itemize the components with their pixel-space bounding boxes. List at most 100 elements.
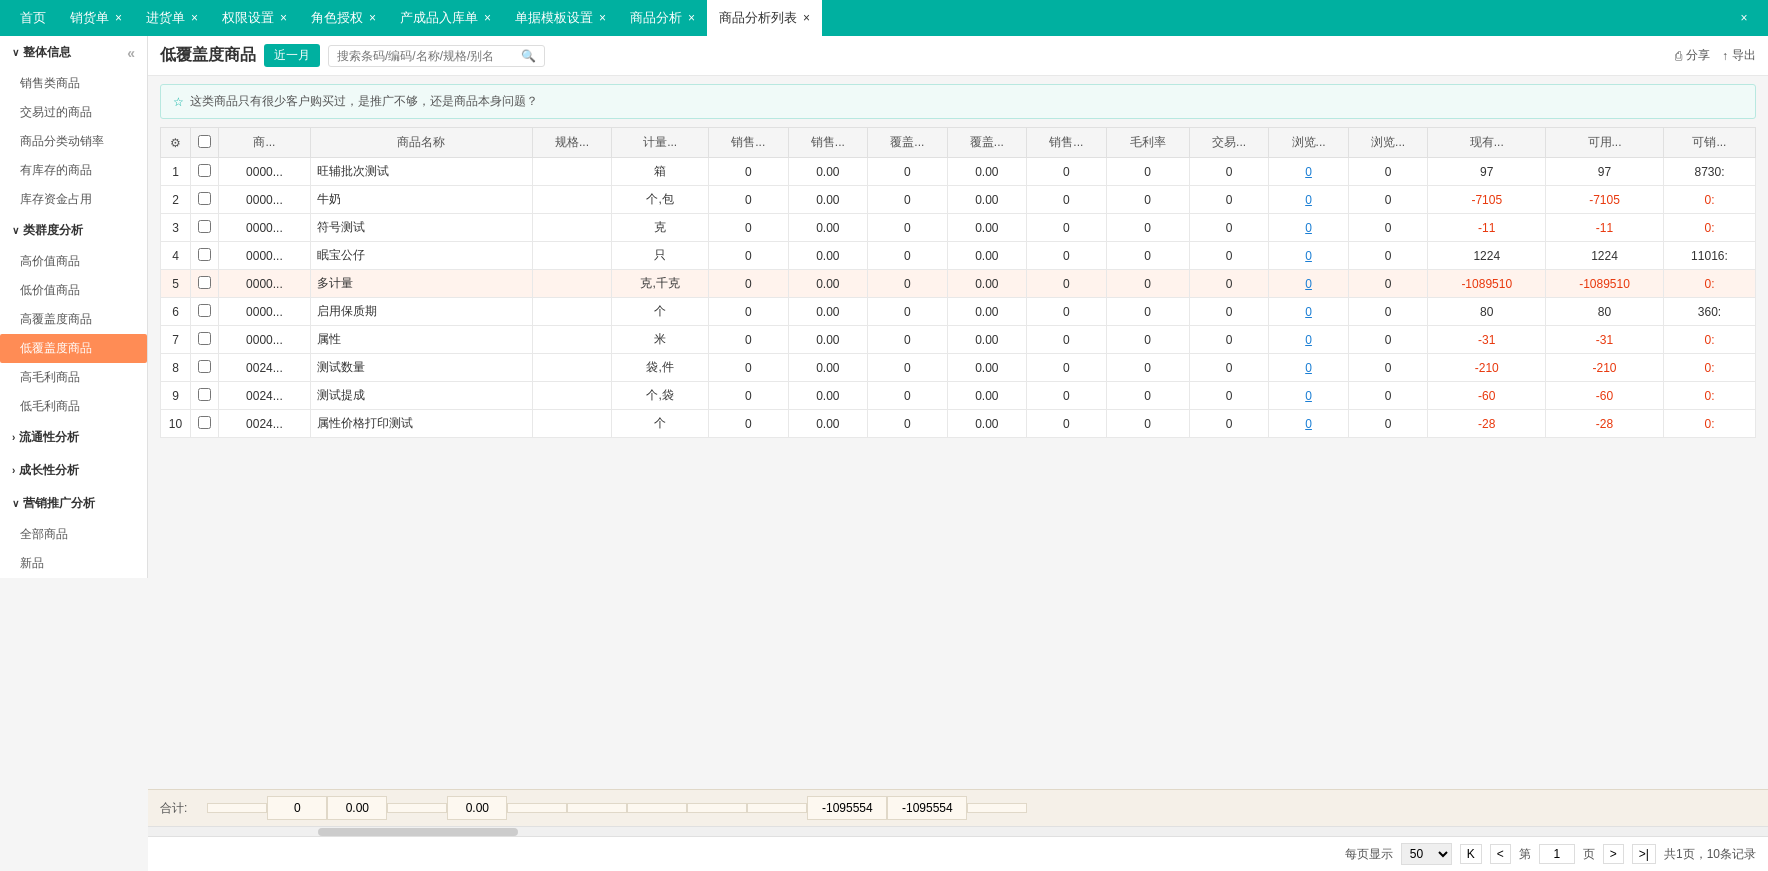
sidebar-item-low-value[interactable]: 低价值商品 bbox=[0, 276, 147, 305]
sidebar-section-flow[interactable]: › 流通性分析 bbox=[0, 421, 147, 454]
cell-st1: -11 bbox=[1428, 214, 1546, 242]
cell-spec bbox=[532, 242, 612, 270]
nav-close-product-analysis-list[interactable]: × bbox=[803, 0, 810, 36]
cell-br1[interactable]: 0 bbox=[1269, 270, 1349, 298]
scrollbar-area[interactable] bbox=[148, 826, 1768, 836]
nav-product-stock[interactable]: 产成品入库单 × bbox=[388, 0, 503, 36]
nav-close-role-auth[interactable]: × bbox=[369, 0, 376, 36]
row-checkbox[interactable] bbox=[198, 164, 211, 177]
select-all-checkbox[interactable] bbox=[198, 135, 211, 148]
share-button[interactable]: ⎙ 分享 bbox=[1675, 47, 1710, 64]
row-checkbox[interactable] bbox=[198, 388, 211, 401]
sidebar-item-low-margin[interactable]: 低毛利商品 bbox=[0, 392, 147, 421]
cell-br1[interactable]: 0 bbox=[1269, 354, 1349, 382]
row-checkbox[interactable] bbox=[198, 332, 211, 345]
cell-unit: 克,千克 bbox=[612, 270, 709, 298]
prev-page-button[interactable]: < bbox=[1490, 844, 1511, 864]
cell-check[interactable] bbox=[191, 354, 219, 382]
row-checkbox[interactable] bbox=[198, 248, 211, 261]
sidebar-item-high-margin[interactable]: 高毛利商品 bbox=[0, 363, 147, 392]
row-checkbox[interactable] bbox=[198, 360, 211, 373]
nav-product-analysis[interactable]: 商品分析 × bbox=[618, 0, 707, 36]
window-close-button[interactable]: × bbox=[1728, 0, 1760, 36]
cell-br1[interactable]: 0 bbox=[1269, 214, 1349, 242]
export-icon: ↑ bbox=[1722, 49, 1728, 63]
nav-template-settings[interactable]: 单据模板设置 × bbox=[503, 0, 618, 36]
row-checkbox[interactable] bbox=[198, 220, 211, 233]
cell-br1[interactable]: 0 bbox=[1269, 186, 1349, 214]
cell-c2: 0.00 bbox=[947, 326, 1027, 354]
cell-tr: 0 bbox=[1189, 354, 1269, 382]
row-checkbox[interactable] bbox=[198, 304, 211, 317]
sidebar-section-cluster[interactable]: ∨ 类群度分析 bbox=[0, 214, 147, 247]
sidebar-section-growth[interactable]: › 成长性分析 bbox=[0, 454, 147, 487]
col-settings[interactable]: ⚙ bbox=[161, 128, 191, 158]
row-checkbox[interactable] bbox=[198, 416, 211, 429]
nav-role-auth[interactable]: 角色授权 × bbox=[299, 0, 388, 36]
total-info: 共1页，10条记录 bbox=[1664, 846, 1756, 863]
sidebar-item-high-value[interactable]: 高价值商品 bbox=[0, 247, 147, 276]
nav-close-sales-order[interactable]: × bbox=[115, 0, 122, 36]
sidebar-item-low-coverage[interactable]: 低覆盖度商品 bbox=[0, 334, 147, 363]
cell-br1[interactable]: 0 bbox=[1269, 298, 1349, 326]
sidebar-item-in-stock[interactable]: 有库存的商品 bbox=[0, 156, 147, 185]
cell-check[interactable] bbox=[191, 298, 219, 326]
cell-check[interactable] bbox=[191, 158, 219, 186]
nav-sales-order[interactable]: 销货单 × bbox=[58, 0, 134, 36]
cell-c1: 0 bbox=[868, 186, 948, 214]
nav-permissions[interactable]: 权限设置 × bbox=[210, 0, 299, 36]
nav-close-product-stock[interactable]: × bbox=[484, 0, 491, 36]
last-page-button[interactable]: >| bbox=[1632, 844, 1656, 864]
cell-check[interactable] bbox=[191, 410, 219, 438]
current-page-input[interactable] bbox=[1539, 844, 1575, 864]
cell-br1[interactable]: 0 bbox=[1269, 326, 1349, 354]
nav-close-template-settings[interactable]: × bbox=[599, 0, 606, 36]
cell-sa: 0: bbox=[1663, 214, 1755, 242]
cell-check[interactable] bbox=[191, 382, 219, 410]
cell-br2: 0 bbox=[1348, 214, 1428, 242]
collapse-icon[interactable]: « bbox=[127, 45, 135, 61]
first-page-button[interactable]: K bbox=[1460, 844, 1482, 864]
cell-check[interactable] bbox=[191, 326, 219, 354]
nav-home[interactable]: 首页 bbox=[8, 0, 58, 36]
sidebar-item-traded-goods[interactable]: 交易过的商品 bbox=[0, 98, 147, 127]
search-icon[interactable]: 🔍 bbox=[521, 49, 536, 63]
sidebar-section-overall[interactable]: ∨ 整体信息 « bbox=[0, 36, 147, 69]
arrow-marketing: ∨ bbox=[12, 498, 19, 509]
cell-num: 7 bbox=[161, 326, 191, 354]
cell-br1[interactable]: 0 bbox=[1269, 410, 1349, 438]
sidebar-item-new-goods[interactable]: 新品 bbox=[0, 549, 147, 578]
cell-av: -11 bbox=[1546, 214, 1664, 242]
cell-check[interactable] bbox=[191, 186, 219, 214]
search-input[interactable] bbox=[337, 49, 517, 63]
nav-close-permissions[interactable]: × bbox=[280, 0, 287, 36]
export-button[interactable]: ↑ 导出 bbox=[1722, 47, 1756, 64]
next-page-button[interactable]: > bbox=[1603, 844, 1624, 864]
cell-c2: 0.00 bbox=[947, 214, 1027, 242]
col-check[interactable] bbox=[191, 128, 219, 158]
table-row: 2 0000... 牛奶 个,包 0 0.00 0 0.00 0 0 0 0 0… bbox=[161, 186, 1756, 214]
cell-br1[interactable]: 0 bbox=[1269, 242, 1349, 270]
sidebar-item-all-goods[interactable]: 全部商品 bbox=[0, 520, 147, 549]
per-page-select[interactable]: 50 10 20 100 bbox=[1401, 843, 1452, 865]
nav-close-product-analysis[interactable]: × bbox=[688, 0, 695, 36]
nav-product-analysis-list[interactable]: 商品分析列表 × bbox=[707, 0, 822, 36]
cell-br1[interactable]: 0 bbox=[1269, 158, 1349, 186]
row-checkbox[interactable] bbox=[198, 192, 211, 205]
sidebar-item-capital[interactable]: 库存资金占用 bbox=[0, 185, 147, 214]
nav-purchase-order[interactable]: 进货单 × bbox=[134, 0, 210, 36]
date-filter-button[interactable]: 近一月 bbox=[264, 44, 320, 67]
cell-check[interactable] bbox=[191, 214, 219, 242]
sidebar-item-category-rate[interactable]: 商品分类动销率 bbox=[0, 127, 147, 156]
table-container[interactable]: ⚙ 商... 商品名称 规格... 计量... 销售... 销售... 覆盖..… bbox=[148, 127, 1768, 789]
scrollbar-thumb[interactable] bbox=[318, 828, 518, 836]
cell-br1[interactable]: 0 bbox=[1269, 382, 1349, 410]
cell-check[interactable] bbox=[191, 242, 219, 270]
row-checkbox[interactable] bbox=[198, 276, 211, 289]
sidebar-item-sales-goods[interactable]: 销售类商品 bbox=[0, 69, 147, 98]
cell-s1: 0 bbox=[709, 214, 789, 242]
sidebar-item-high-coverage[interactable]: 高覆盖度商品 bbox=[0, 305, 147, 334]
nav-close-purchase-order[interactable]: × bbox=[191, 0, 198, 36]
cell-check[interactable] bbox=[191, 270, 219, 298]
sidebar-section-marketing[interactable]: ∨ 营销推广分析 bbox=[0, 487, 147, 520]
